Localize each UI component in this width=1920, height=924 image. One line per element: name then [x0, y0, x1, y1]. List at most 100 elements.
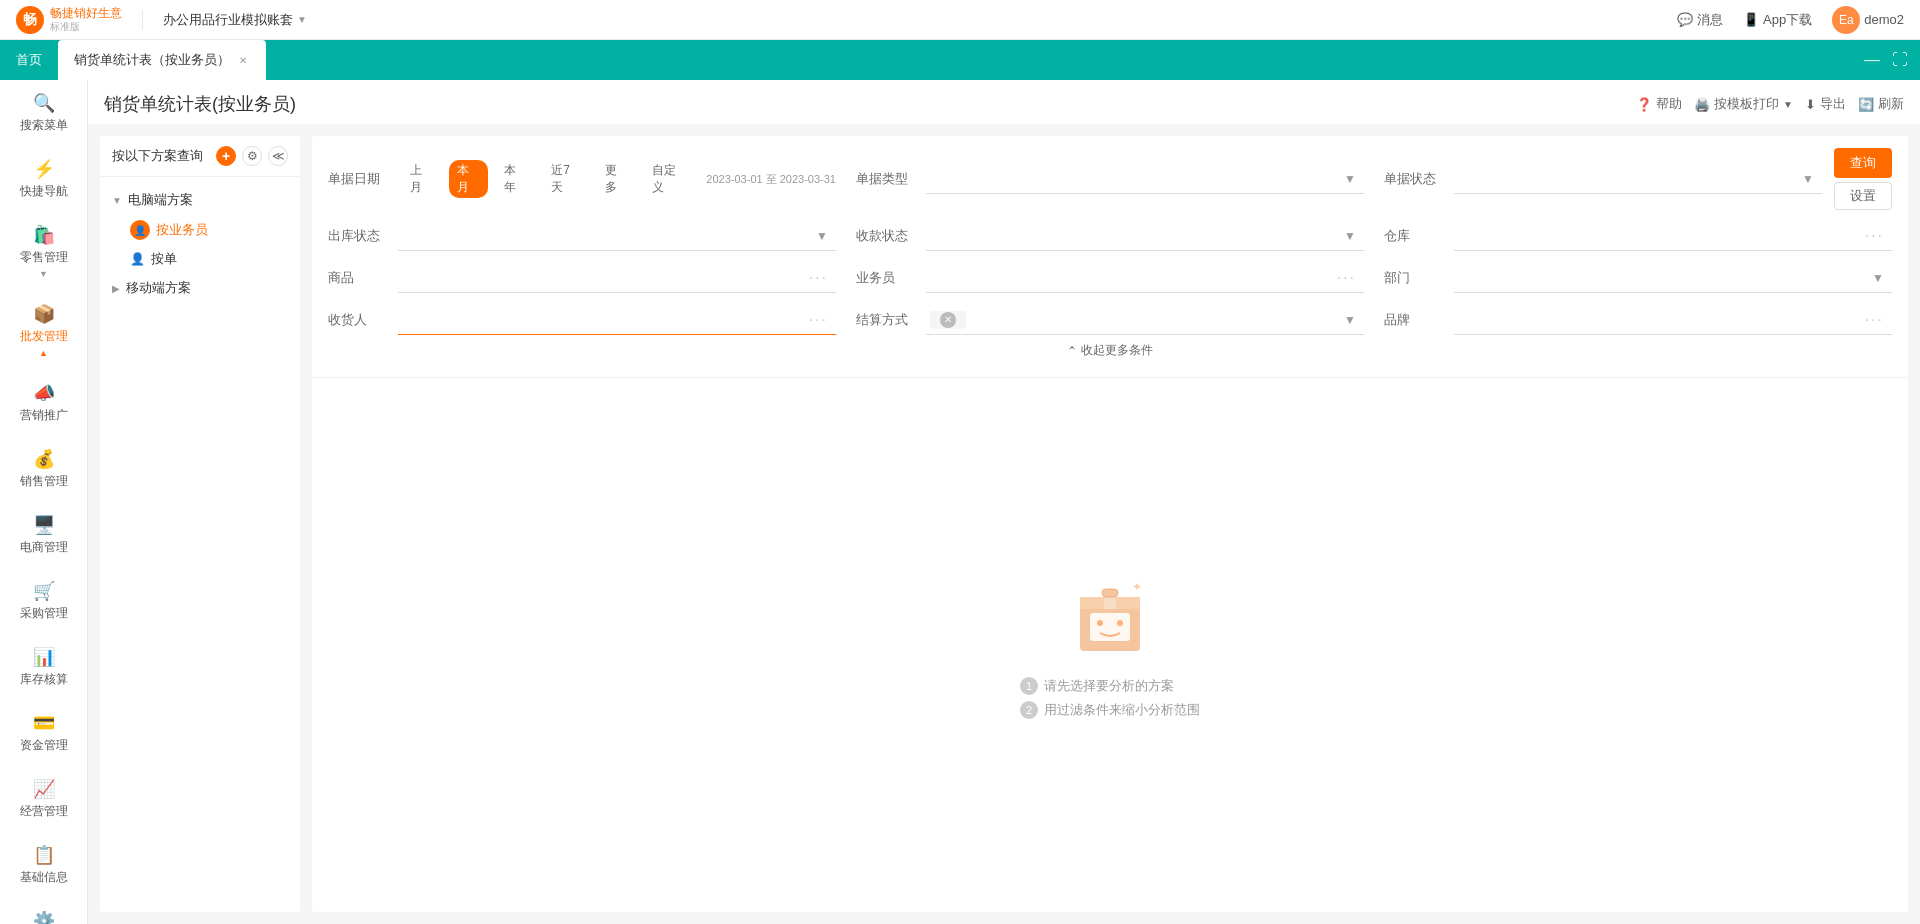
- filter-status-control[interactable]: ▼: [1454, 164, 1822, 194]
- app-download-btn[interactable]: 📱 App下载: [1743, 11, 1812, 29]
- logo-area: 畅 畅捷销好生意 标准版: [16, 6, 122, 34]
- empty-svg: ✦: [1060, 571, 1160, 661]
- dots-icon4: ···: [809, 311, 828, 329]
- scheme-by-order[interactable]: 👤 按单: [100, 245, 300, 273]
- hint-num-2: 2: [1020, 701, 1038, 719]
- scheme-collapse-btn[interactable]: ≪: [268, 146, 288, 166]
- filter-salesperson-item: 业务员 ···: [856, 262, 1364, 294]
- sidebar-item-finance[interactable]: 💳 资金管理: [0, 700, 87, 766]
- sidebar-item-sales[interactable]: 💰 销售管理: [0, 436, 87, 502]
- custom-btn[interactable]: 自定义: [644, 160, 695, 198]
- maximize-btn[interactable]: ⛶: [1892, 51, 1908, 69]
- workspace-selector[interactable]: 办公用品行业模拟账套 ▼: [163, 11, 307, 29]
- chevron-up-icon: ⌃: [1067, 344, 1077, 358]
- svg-point-5: [1097, 620, 1103, 626]
- filter-settlement-label: 结算方式: [856, 311, 926, 329]
- filter-row-2: 出库状态 ▼ 收款状态 ▼: [328, 220, 1892, 252]
- more-btn[interactable]: 更多: [597, 160, 636, 198]
- lightning-icon: ⚡: [33, 158, 55, 180]
- filter-settlement-control[interactable]: ✕ ▼: [926, 305, 1364, 335]
- last-7-days-btn[interactable]: 近7天: [543, 160, 588, 198]
- filter-payment-status-control[interactable]: ▼: [926, 221, 1364, 251]
- filter-type-control[interactable]: ▼: [926, 164, 1364, 194]
- export-btn[interactable]: ⬇ 导出: [1805, 95, 1846, 113]
- scheme-panel: 按以下方案查询 + ⚙ ≪ ▼ 电脑端方案: [100, 136, 300, 912]
- sidebar-item-basic[interactable]: 📋 基础信息: [0, 832, 87, 898]
- filter-warehouse-control[interactable]: ···: [1454, 221, 1892, 251]
- sidebar-item-operations[interactable]: 📈 经营管理: [0, 766, 87, 832]
- scheme-settings-btn[interactable]: ⚙: [242, 146, 262, 166]
- filter-date-control[interactable]: 上月 本月 本年 近7天 更多 自定义: [398, 156, 702, 202]
- filter-goods-label: 商品: [328, 269, 398, 287]
- sidebar-item-ecommerce[interactable]: 🖥️ 电商管理: [0, 502, 87, 568]
- last-month-btn[interactable]: 上月: [402, 160, 441, 198]
- filter-stock-status-control[interactable]: ▼: [398, 221, 836, 251]
- scheme-mobile-item[interactable]: ▶ 移动端方案: [100, 273, 300, 303]
- tab-sales-stat[interactable]: 销货单统计表（按业务员） ✕: [58, 40, 266, 80]
- tab-bar: 首页 销货单统计表（按业务员） ✕ — ⛶: [0, 40, 1920, 80]
- chevron-down-icon3: ▼: [816, 229, 828, 243]
- messages-btn[interactable]: 💬 消息: [1677, 11, 1723, 29]
- this-year-btn[interactable]: 本年: [496, 160, 535, 198]
- filter-goods-control[interactable]: ···: [398, 263, 836, 293]
- sidebar-item-inventory[interactable]: 📊 库存核算: [0, 634, 87, 700]
- tree-collapse-icon: ▶: [112, 283, 120, 294]
- order-icon: 👤: [130, 252, 145, 266]
- refresh-icon: 🔄: [1858, 97, 1874, 112]
- filter-receiver-label: 收货人: [328, 311, 398, 329]
- scheme-desktop-item[interactable]: ▼ 电脑端方案: [100, 185, 300, 215]
- tab-bar-actions: — ⛶: [1864, 51, 1920, 69]
- filter-salesperson-label: 业务员: [856, 269, 926, 287]
- filter-warehouse-item: 仓库 ···: [1384, 220, 1892, 252]
- filter-status-label: 单据状态: [1384, 170, 1454, 188]
- scheme-by-salesperson[interactable]: 👤 按业务员: [100, 215, 300, 245]
- sidebar-item-marketing[interactable]: 📣 营销推广: [0, 370, 87, 436]
- filter-salesperson-control[interactable]: ···: [926, 263, 1364, 293]
- tree-expand-icon: ▼: [112, 195, 122, 206]
- minimize-btn[interactable]: —: [1864, 51, 1880, 69]
- settings-button[interactable]: 设置: [1834, 182, 1892, 210]
- filter-status-item: 单据状态 ▼ 查询 设置: [1384, 148, 1892, 210]
- print-btn[interactable]: 🖨️ 按模板打印 ▼: [1694, 95, 1793, 113]
- sidebar-item-search[interactable]: 🔍 搜索菜单: [0, 80, 87, 146]
- tab-close-btn[interactable]: ✕: [236, 53, 250, 67]
- sidebar-item-purchase[interactable]: 🛒 采购管理: [0, 568, 87, 634]
- tab-home[interactable]: 首页: [0, 40, 58, 80]
- collapse-more-btn[interactable]: ⌃ 收起更多条件: [328, 336, 1892, 365]
- filter-stock-status-item: 出库状态 ▼: [328, 220, 836, 252]
- filter-brand-control[interactable]: ···: [1454, 305, 1892, 335]
- print-icon: 🖨️: [1694, 97, 1710, 112]
- filter-receiver-control[interactable]: ···: [398, 305, 836, 335]
- sidebar-item-retail[interactable]: 🛍️ 零售管理 ▼: [0, 212, 87, 291]
- wholesale-icon: 📦: [33, 303, 55, 325]
- sidebar-item-quick-nav[interactable]: ⚡ 快捷导航: [0, 146, 87, 212]
- svg-point-6: [1117, 620, 1123, 626]
- settlement-clear-btn[interactable]: ✕: [940, 312, 956, 328]
- chevron-down-icon: ▼: [297, 14, 307, 25]
- scheme-panel-title: 按以下方案查询: [112, 147, 203, 165]
- sidebar-item-wholesale[interactable]: 📦 批发管理 ▲: [0, 291, 87, 370]
- inventory-icon: 📊: [33, 646, 55, 668]
- user-menu[interactable]: Ea demo2: [1832, 6, 1904, 34]
- filter-department-label: 部门: [1384, 269, 1454, 287]
- filter-department-control[interactable]: ▼: [1454, 263, 1892, 293]
- svg-rect-8: [1102, 589, 1118, 597]
- logo-icon: 畅: [16, 6, 44, 34]
- filter-row-4: 收货人 ··· 结算方式: [328, 304, 1892, 336]
- query-button[interactable]: 查询: [1834, 148, 1892, 178]
- page-content: 按以下方案查询 + ⚙ ≪ ▼ 电脑端方案: [88, 124, 1920, 924]
- purchase-icon: 🛒: [33, 580, 55, 602]
- chevron-down-icon6: ▼: [1344, 313, 1356, 327]
- scheme-add-btn[interactable]: +: [216, 146, 236, 166]
- svg-marker-2: [1080, 597, 1104, 609]
- this-month-btn[interactable]: 本月: [449, 160, 488, 198]
- export-icon: ⬇: [1805, 97, 1816, 112]
- main-layout: 🔍 搜索菜单 ⚡ 快捷导航 🛍️ 零售管理 ▼ 📦 批发管理 ▲ 📣 营销推广: [0, 80, 1920, 924]
- filter-brand-item: 品牌 ···: [1384, 304, 1892, 336]
- refresh-btn[interactable]: 🔄 刷新: [1858, 95, 1904, 113]
- help-btn[interactable]: ❓ 帮助: [1636, 95, 1682, 113]
- sidebar-item-system[interactable]: ⚙️ 系统管理: [0, 898, 87, 924]
- chevron-down-icon: ▼: [1783, 99, 1793, 110]
- filter-brand-label: 品牌: [1384, 311, 1454, 329]
- empty-illustration: ✦: [1060, 571, 1160, 661]
